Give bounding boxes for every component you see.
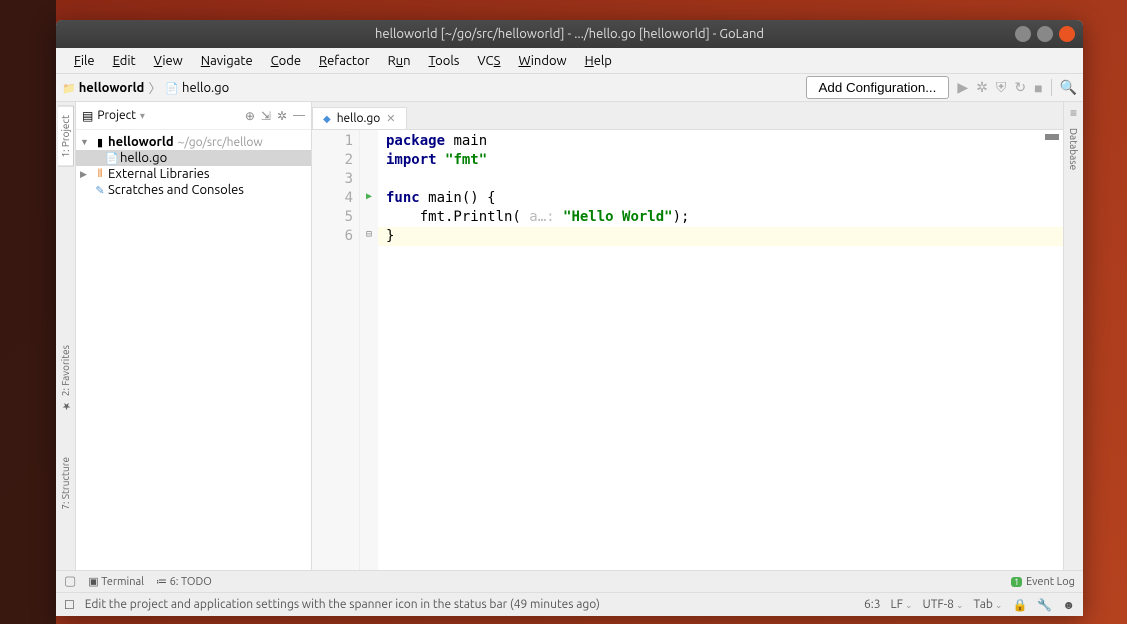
sidebar-title[interactable]: Project — [97, 109, 136, 122]
menu-code[interactable]: Code — [263, 52, 309, 70]
lock-icon[interactable]: 🔒 — [1012, 598, 1027, 612]
database-icon: ≡ — [1070, 106, 1077, 120]
run-toolbar: ▶ ✲ ⛨ ↻ ■ 🔍 — [957, 79, 1077, 96]
menu-file[interactable]: File — [66, 52, 103, 70]
right-tool-stripe: ≡ Database — [1063, 102, 1083, 570]
encoding[interactable]: UTF-8 — [923, 598, 964, 611]
debug-icon[interactable]: ✲ — [976, 79, 988, 96]
menu-help[interactable]: Help — [577, 52, 620, 70]
tab-project[interactable]: 1: Project — [58, 106, 74, 167]
bottom-tool-stripe: ▢ ▣ Terminal ≔ 6: TODO 1 Event Log — [56, 570, 1083, 592]
tab-todo[interactable]: ≔ 6: TODO — [156, 575, 212, 588]
window-controls — [1015, 26, 1075, 42]
spanner-icon[interactable]: 🔧 — [1037, 598, 1052, 612]
menu-tools[interactable]: Tools — [421, 52, 468, 70]
collapse-icon[interactable]: ⇲ — [261, 109, 271, 123]
expand-icon[interactable]: ▶ — [80, 169, 92, 180]
menu-run[interactable]: Run — [380, 52, 419, 70]
code-editor[interactable]: 123456 ▶ ⊟ package mainimport "fmt" func… — [312, 130, 1063, 570]
maximize-button[interactable] — [1037, 26, 1053, 42]
tree-external-libs[interactable]: ▶ ⫴ External Libraries — [76, 166, 311, 182]
settings-icon[interactable]: ✲ — [277, 109, 287, 123]
goland-window: helloworld [~/go/src/helloworld] - .../h… — [56, 20, 1083, 616]
breadcrumb-project[interactable]: helloworld — [62, 81, 144, 95]
checkbox-icon[interactable]: ☐ — [64, 598, 75, 612]
tab-favorites[interactable]: ★ 2: Favorites — [58, 337, 73, 419]
tree-file-hello[interactable]: 📄 hello.go — [76, 150, 311, 166]
project-icon: ▤ — [82, 109, 93, 123]
tree-ext-label: External Libraries — [108, 167, 210, 181]
locate-icon[interactable]: ⊕ — [245, 109, 255, 123]
go-file-icon: ◆ — [323, 113, 331, 125]
stop-icon[interactable]: ■ — [1034, 80, 1042, 96]
line-gutter: 123456 — [312, 130, 360, 570]
editor-tabs: ◆ hello.go ✕ — [312, 102, 1063, 130]
profile-icon[interactable]: ↻ — [1014, 79, 1026, 96]
search-icon[interactable]: 🔍 — [1051, 79, 1077, 96]
tree-scratches-label: Scratches and Consoles — [108, 183, 244, 197]
add-configuration-button[interactable]: Add Configuration... — [806, 76, 950, 99]
tool-window-icon[interactable]: ▢ — [64, 574, 76, 589]
go-file-icon: 📄 — [104, 152, 120, 165]
breadcrumb: helloworld 〉 hello.go — [62, 78, 229, 97]
inspector-icon[interactable]: ☻ — [1062, 598, 1075, 612]
tree-file-label: hello.go — [120, 151, 167, 165]
menu-vcs[interactable]: VCS — [469, 52, 508, 70]
tab-close-icon[interactable]: ✕ — [386, 112, 395, 125]
menu-window[interactable]: Window — [510, 52, 574, 70]
tree-root-path: ~/go/src/hellow — [178, 136, 263, 149]
tree-root[interactable]: ▼ ▮ helloworld ~/go/src/hellow — [76, 134, 311, 150]
run-icon[interactable]: ▶ — [957, 79, 968, 96]
cursor-position[interactable]: 6:3 — [864, 598, 881, 611]
tree-scratches[interactable]: ✎ Scratches and Consoles — [76, 182, 311, 198]
editor-tab-label: hello.go — [337, 112, 381, 125]
menubar: File Edit View Navigate Code Refactor Ru… — [56, 48, 1083, 74]
project-sidebar: ▤ Project ▾ ⊕ ⇲ ✲ — ▼ ▮ helloworld ~/go/… — [76, 102, 312, 570]
project-tree: ▼ ▮ helloworld ~/go/src/hellow 📄 hello.g… — [76, 130, 311, 570]
sidebar-header: ▤ Project ▾ ⊕ ⇲ ✲ — — [76, 102, 311, 130]
line-ending[interactable]: LF — [891, 598, 913, 611]
tree-root-label: helloworld — [108, 135, 174, 149]
tab-terminal[interactable]: ▣ Terminal — [88, 575, 144, 588]
event-badge: 1 — [1011, 577, 1022, 587]
tab-structure[interactable]: 7: Structure — [58, 449, 73, 518]
coverage-icon[interactable]: ⛨ — [996, 79, 1007, 96]
tab-event-log[interactable]: Event Log — [1026, 576, 1075, 588]
folder-icon: ▮ — [92, 136, 108, 149]
expand-icon[interactable]: ▼ — [80, 137, 92, 147]
statusbar: ☐ Edit the project and application setti… — [56, 592, 1083, 616]
library-icon: ⫴ — [92, 168, 108, 181]
indent[interactable]: Tab — [974, 598, 1003, 611]
main-area: 1: Project ★ 2: Favorites 7: Structure ▤… — [56, 102, 1083, 570]
editor-tab-hello[interactable]: ◆ hello.go ✕ — [312, 107, 407, 129]
menu-navigate[interactable]: Navigate — [193, 52, 261, 70]
status-tip: Edit the project and application setting… — [85, 598, 600, 611]
left-tool-stripe: 1: Project ★ 2: Favorites 7: Structure — [56, 102, 76, 570]
fold-gutter: ▶ ⊟ — [360, 130, 378, 570]
window-title: helloworld [~/go/src/helloworld] - .../h… — [375, 27, 764, 41]
breadcrumb-file[interactable]: hello.go — [165, 81, 229, 95]
chevron-right-icon: 〉 — [148, 78, 161, 97]
editor-area: ◆ hello.go ✕ 123456 ▶ ⊟ package mainimpo… — [312, 102, 1063, 570]
code-content[interactable]: package mainimport "fmt" func main() { f… — [378, 130, 1063, 570]
menu-refactor[interactable]: Refactor — [311, 52, 378, 70]
hide-icon[interactable]: — — [293, 109, 305, 123]
toolbar: helloworld 〉 hello.go Add Configuration.… — [56, 74, 1083, 102]
tab-database[interactable]: Database — [1066, 120, 1081, 178]
close-button[interactable] — [1059, 26, 1075, 42]
minimize-button[interactable] — [1015, 26, 1031, 42]
scratches-icon: ✎ — [92, 184, 108, 197]
titlebar[interactable]: helloworld [~/go/src/helloworld] - .../h… — [56, 20, 1083, 48]
dropdown-icon[interactable]: ▾ — [140, 110, 145, 122]
menu-edit[interactable]: Edit — [105, 52, 144, 70]
unity-launcher — [0, 0, 56, 624]
menu-view[interactable]: View — [146, 52, 191, 70]
